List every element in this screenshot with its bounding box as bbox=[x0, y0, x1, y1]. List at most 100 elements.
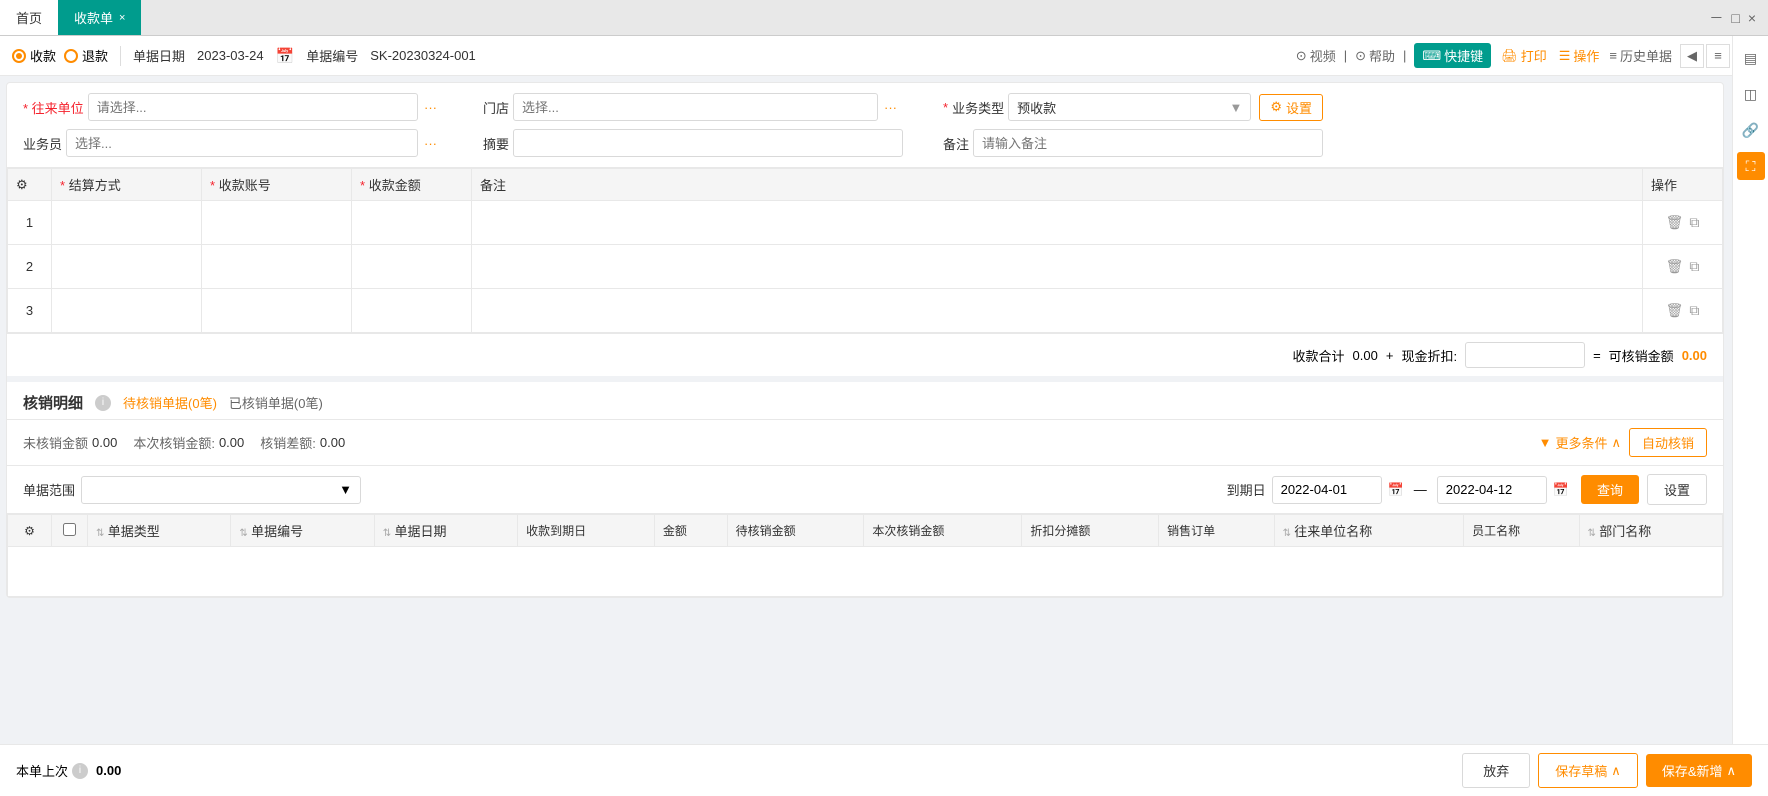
due-from-input[interactable] bbox=[1272, 476, 1382, 504]
settings-icon: ⚙ bbox=[1270, 99, 1282, 115]
col-due-header: 收款到期日 bbox=[518, 515, 655, 547]
video-icon: ⊙ bbox=[1296, 48, 1307, 64]
panel-prev-btn[interactable]: ◀ bbox=[1680, 44, 1704, 68]
table-row: 2 🗑 ⧉ bbox=[8, 245, 1723, 289]
discount-input[interactable] bbox=[1465, 342, 1585, 368]
date-value: 2023-03-24 bbox=[197, 48, 264, 63]
row3-action: 🗑 ⧉ bbox=[1643, 289, 1723, 333]
video-btn[interactable]: ⊙ 视频 bbox=[1296, 46, 1336, 65]
print-btn[interactable]: 🖨 打印 bbox=[1499, 43, 1549, 68]
row2-copy-icon[interactable]: ⧉ bbox=[1689, 258, 1699, 275]
query-btn[interactable]: 查询 bbox=[1581, 475, 1639, 504]
row1-account[interactable] bbox=[202, 201, 352, 245]
row1-delete-icon[interactable]: 🗑 bbox=[1666, 214, 1684, 231]
row3-delete-icon[interactable]: 🗑 bbox=[1666, 302, 1684, 319]
row3-settle[interactable] bbox=[52, 289, 202, 333]
window-max-icon[interactable]: □ bbox=[1731, 10, 1739, 26]
row3-copy-icon[interactable]: ⧉ bbox=[1689, 302, 1699, 319]
partner-input[interactable] bbox=[88, 93, 418, 121]
sidebar-doc-icon[interactable]: ◫ bbox=[1737, 80, 1765, 108]
date-range-dash: — bbox=[1414, 482, 1427, 497]
sidebar-link-icon[interactable]: 🔗 bbox=[1737, 116, 1765, 144]
col-checkbox-header[interactable] bbox=[52, 515, 88, 547]
row1-amount[interactable] bbox=[352, 201, 472, 245]
row1-note[interactable] bbox=[472, 201, 1643, 245]
row2-delete-icon[interactable]: 🗑 bbox=[1666, 258, 1684, 275]
verify-header: 核销明细 i 待核销单据(0笔) 已核销单据(0笔) bbox=[7, 382, 1723, 420]
col-settings2-header[interactable]: ⚙ bbox=[8, 515, 52, 547]
current-label: 本次核销金额: bbox=[133, 433, 215, 452]
staff-input[interactable] bbox=[66, 129, 418, 157]
summary-field: 摘要 bbox=[483, 129, 903, 157]
more-conditions-btn[interactable]: ▼ 更多条件 ∧ bbox=[1539, 433, 1621, 452]
row3-note[interactable] bbox=[472, 289, 1643, 333]
save-new-label: 保存&新增 bbox=[1662, 761, 1723, 780]
settings-button[interactable]: ⚙ 设置 bbox=[1259, 94, 1323, 121]
shop-more-btn[interactable]: ··· bbox=[878, 100, 903, 115]
row2-account[interactable] bbox=[202, 245, 352, 289]
right-sidebar: ▤ ◫ 🔗 ⛶ bbox=[1732, 36, 1768, 744]
done-tab[interactable]: 已核销单据(0笔) bbox=[229, 393, 323, 412]
row1-copy-icon[interactable]: ⧉ bbox=[1689, 214, 1699, 231]
panel-list-btn[interactable]: ≡ bbox=[1706, 44, 1730, 68]
abandon-btn[interactable]: 放弃 bbox=[1462, 753, 1530, 788]
footer-right: 放弃 保存草稿 ∧ 保存&新增 ∧ bbox=[1462, 753, 1752, 788]
info-icon2[interactable]: i bbox=[72, 763, 88, 779]
due-from-calendar-icon[interactable]: 📅 bbox=[1388, 482, 1404, 498]
shortcut-btn[interactable]: ⌨ 快捷键 bbox=[1414, 43, 1491, 68]
due-to-calendar-icon[interactable]: 📅 bbox=[1553, 482, 1569, 498]
tab-home[interactable]: 首页 bbox=[0, 0, 58, 35]
help-btn[interactable]: ⊙ 帮助 bbox=[1355, 46, 1395, 65]
row1-settle[interactable] bbox=[52, 201, 202, 245]
calendar-icon[interactable]: 📅 bbox=[276, 47, 295, 65]
col-amount-header2: 金额 bbox=[654, 515, 727, 547]
refund-radio[interactable]: 退款 bbox=[64, 46, 108, 65]
pending-tab[interactable]: 待核销单据(0笔) bbox=[123, 393, 217, 412]
range-select[interactable]: ▼ bbox=[81, 476, 361, 504]
tab-close-icon[interactable]: × bbox=[119, 12, 125, 24]
save-new-btn[interactable]: 保存&新增 ∧ bbox=[1646, 754, 1752, 787]
partner-label: * 往来单位 bbox=[23, 98, 84, 117]
history-btn[interactable]: ≡ 历史单据 bbox=[1609, 46, 1672, 65]
row2-note[interactable] bbox=[472, 245, 1643, 289]
note-input[interactable] bbox=[973, 129, 1323, 157]
col-settings-header[interactable]: ⚙ bbox=[8, 169, 52, 201]
select-all-checkbox[interactable] bbox=[63, 523, 76, 536]
row3-account[interactable] bbox=[202, 289, 352, 333]
col-dept-header: ⇅ 部门名称 bbox=[1579, 515, 1722, 547]
help-label: 帮助 bbox=[1369, 46, 1395, 65]
col-account-header: * 收款账号 bbox=[202, 169, 352, 201]
verify-info-icon[interactable]: i bbox=[95, 395, 111, 411]
biz-type-select[interactable]: 预收款 ▼ bbox=[1008, 93, 1251, 121]
col-discount-header: 折扣分摊额 bbox=[1022, 515, 1159, 547]
save-draft-btn[interactable]: 保存草稿 ∧ bbox=[1538, 753, 1638, 788]
discount-label: 现金折扣: bbox=[1401, 346, 1457, 365]
row3-amount[interactable] bbox=[352, 289, 472, 333]
history-icon: ≡ bbox=[1609, 48, 1617, 63]
tab-receipt[interactable]: 收款单 × bbox=[58, 0, 141, 35]
sidebar-layout-icon[interactable]: ⛶ bbox=[1737, 152, 1765, 180]
verify-table: ⚙ ⇅ 单据类型 ⇅ 单据编号 ⇅ bbox=[7, 514, 1723, 597]
sidebar-table-icon[interactable]: ▤ bbox=[1737, 44, 1765, 72]
partner-more-btn[interactable]: ··· bbox=[418, 100, 443, 115]
row2-amount[interactable] bbox=[352, 245, 472, 289]
save-new-arrow: ∧ bbox=[1726, 763, 1736, 779]
receipt-table-section: ⚙ * 结算方式 * 收款账号 * 收款金额 备注 操作 bbox=[7, 168, 1723, 333]
footer-left: 本单上次 i 0.00 bbox=[16, 761, 121, 780]
tab-home-label: 首页 bbox=[16, 8, 42, 27]
shortcut-label: 快捷键 bbox=[1444, 46, 1483, 65]
filter-settings-btn[interactable]: 设置 bbox=[1647, 474, 1707, 505]
window-close-icon[interactable]: × bbox=[1748, 10, 1756, 26]
operation-btn[interactable]: ☰ 操作 bbox=[1557, 43, 1602, 68]
due-to-input[interactable] bbox=[1437, 476, 1547, 504]
print-icon: 🖨 bbox=[1501, 48, 1518, 64]
shop-input[interactable] bbox=[513, 93, 878, 121]
row2-settle[interactable] bbox=[52, 245, 202, 289]
biz-type-field: * 业务类型 预收款 ▼ ⚙ 设置 bbox=[943, 93, 1323, 121]
biz-type-arrow: ▼ bbox=[1229, 100, 1242, 115]
receipt-radio[interactable]: 收款 bbox=[12, 46, 56, 65]
summary-input[interactable] bbox=[513, 129, 903, 157]
staff-more-btn[interactable]: ··· bbox=[418, 136, 443, 151]
auto-cancel-btn[interactable]: 自动核销 bbox=[1629, 428, 1707, 457]
window-min-icon[interactable]: － bbox=[1709, 8, 1723, 28]
